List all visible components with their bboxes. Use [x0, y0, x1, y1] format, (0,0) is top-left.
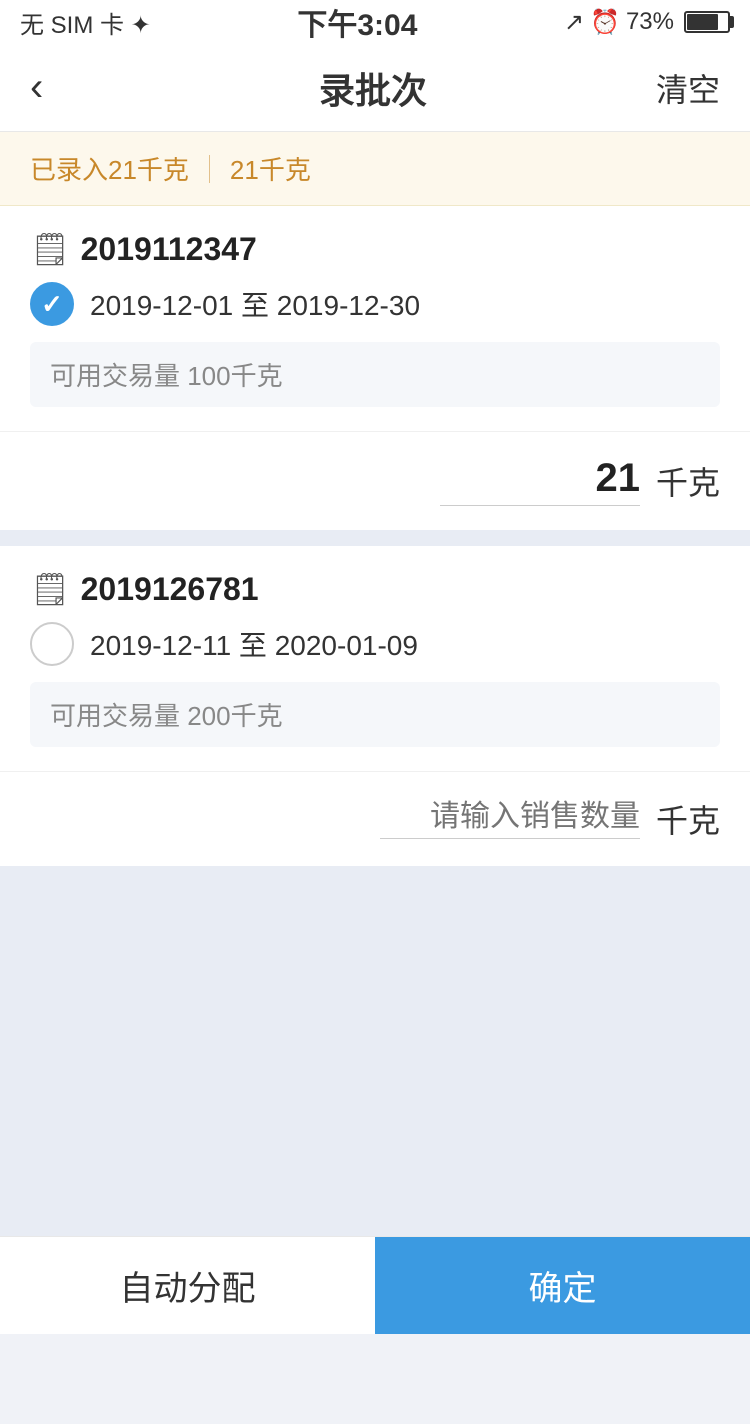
auto-allocate-button[interactable]: 自动分配 [0, 1237, 375, 1334]
status-right: ↗ ⏰ 73% [564, 8, 730, 37]
batch-1-qty-unit: 千克 [656, 458, 720, 504]
batch-2-avail-text: 可用交易量 200千克 [50, 701, 283, 731]
batch-2-qty-input[interactable] [30, 800, 640, 834]
batch-1-qty-input-wrapper[interactable]: 21 [440, 456, 640, 506]
batch-1-radio[interactable]: ✓ [30, 282, 74, 326]
back-button[interactable]: ‹ [30, 65, 90, 110]
batch-2-date-row[interactable]: 2019-12-11 至 2020-01-09 [30, 622, 720, 666]
summary-divider [209, 155, 210, 183]
batch-1-avail-row: 可用交易量 100千克 [30, 342, 720, 407]
battery-icon [684, 11, 730, 33]
clock-icon: ⏰ [590, 8, 620, 37]
batch-2-radio[interactable] [30, 622, 74, 666]
batch-2-avail-row: 可用交易量 200千克 [30, 682, 720, 747]
status-bar: 无 SIM 卡 ✦ 下午3:04 ↗ ⏰ 73% [0, 0, 750, 44]
summary-label: 已录入21千克 [30, 150, 189, 187]
batch-card-2: 🗒 2019126781 2019-12-11 至 2020-01-09 可用交… [0, 546, 750, 771]
batch-2-doc-icon: 🗒 [30, 570, 71, 608]
battery-percent: 73% [626, 8, 674, 36]
page-title: 录批次 [319, 62, 427, 114]
batch-2-date: 2019-12-11 至 2020-01-09 [90, 624, 418, 664]
batch-2-qty-row[interactable]: 千克 [0, 771, 750, 866]
batch-2-id-row: 🗒 2019126781 [30, 570, 720, 608]
no-sim-text: 无 SIM 卡 ✦ [20, 5, 151, 40]
batch-1-qty-underline [440, 505, 640, 506]
bottom-bar: 自动分配 确定 [0, 1236, 750, 1334]
batch-1-date-row[interactable]: ✓ 2019-12-01 至 2019-12-30 [30, 282, 720, 326]
location-icon: ↗ [564, 8, 584, 37]
batch-2-qty-unit: 千克 [656, 796, 720, 842]
batch-1-qty-row: 21 千克 [0, 431, 750, 530]
batch-1-qty-value: 21 [560, 456, 640, 501]
batch-1-check-icon: ✓ [41, 289, 63, 320]
summary-banner: 已录入21千克 21千克 [0, 132, 750, 206]
batch-1-id: 2019112347 [81, 231, 257, 268]
summary-value: 21千克 [230, 150, 311, 187]
batch-2-qty-underline [380, 838, 640, 839]
batch-1-id-row: 🗒 2019112347 [30, 230, 720, 268]
batch-1-avail-text: 可用交易量 100千克 [50, 361, 283, 391]
nav-bar: ‹ 录批次 清空 [0, 44, 750, 132]
confirm-button[interactable]: 确定 [375, 1237, 750, 1334]
batch-2-input-wrapper[interactable] [30, 800, 640, 839]
batch-1-doc-icon: 🗒 [30, 230, 71, 268]
status-left: 无 SIM 卡 ✦ [20, 5, 151, 40]
status-time: 下午3:04 [297, 0, 417, 44]
section-separator [0, 530, 750, 546]
content-area: 已录入21千克 21千克 🗒 2019112347 ✓ 2019-12-01 至… [0, 132, 750, 1424]
batch-1-date: 2019-12-01 至 2019-12-30 [90, 284, 420, 324]
clear-button[interactable]: 清空 [656, 65, 720, 111]
batch-2-id: 2019126781 [81, 571, 259, 608]
batch-card-1: 🗒 2019112347 ✓ 2019-12-01 至 2019-12-30 可… [0, 206, 750, 431]
